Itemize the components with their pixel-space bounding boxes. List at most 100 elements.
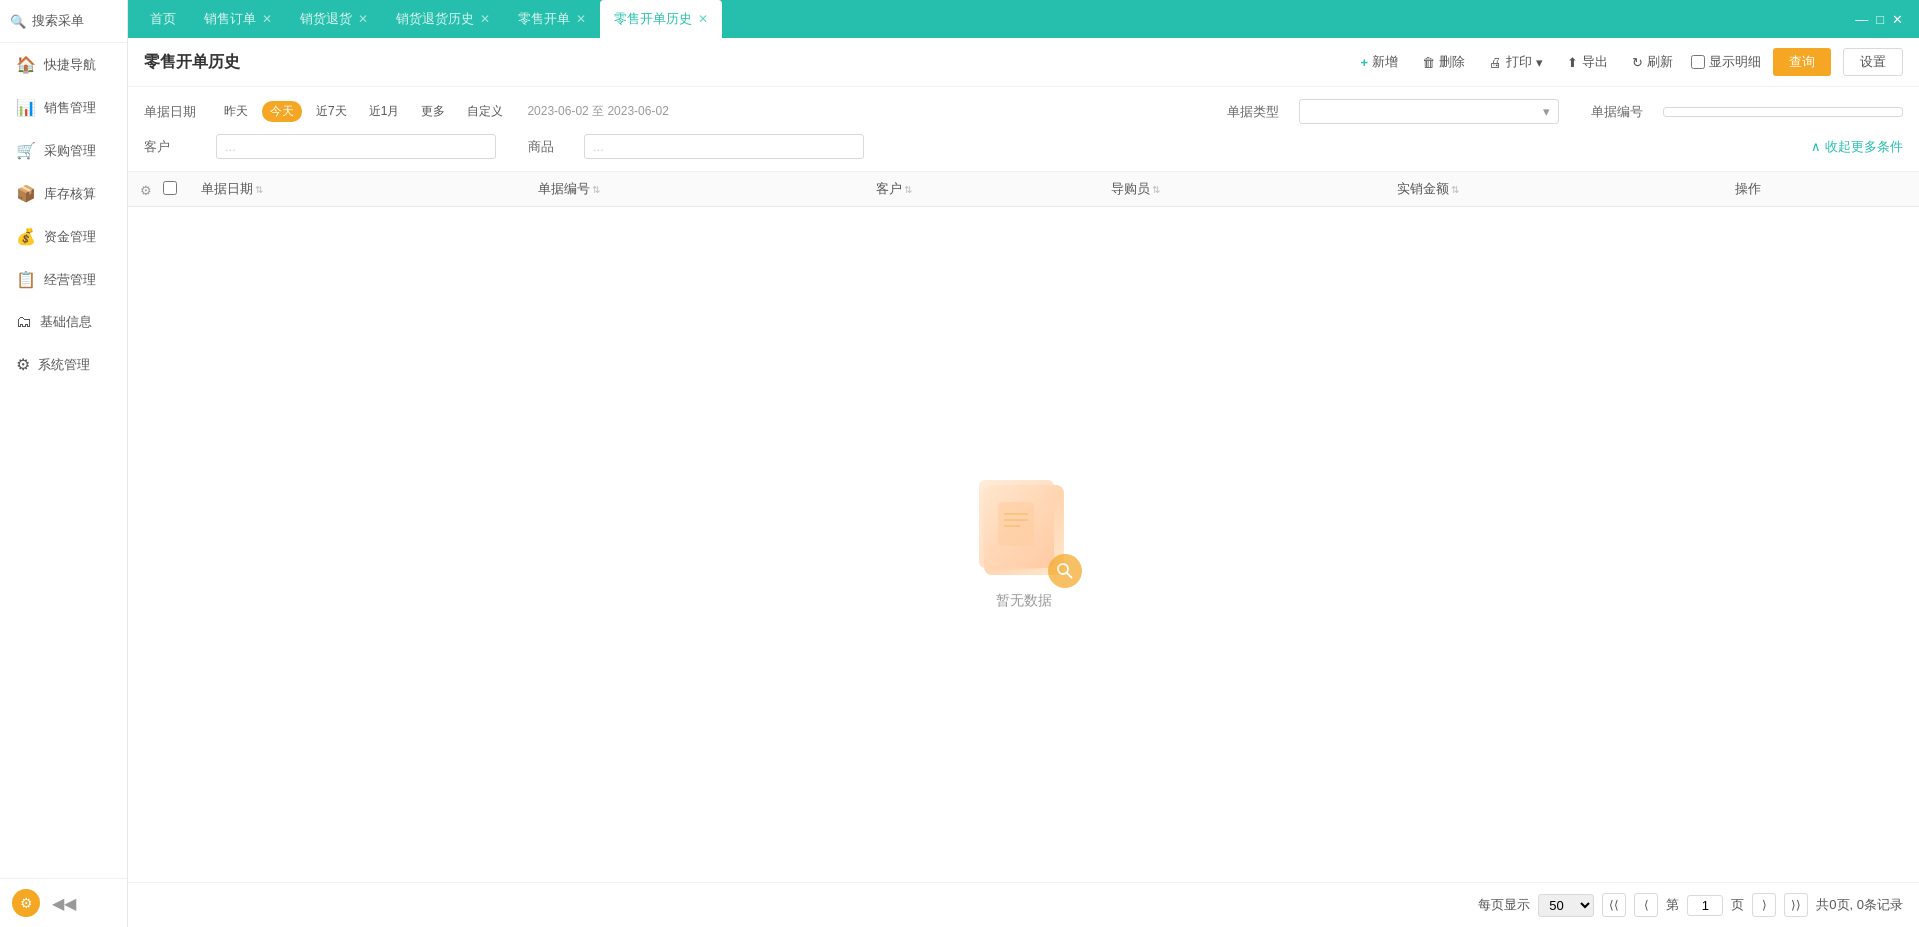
tab-close-sales-order[interactable]: ✕ [262,12,272,26]
print-dropdown-icon: ▾ [1536,55,1543,70]
settings-gear-icon[interactable]: ⚙ [12,889,40,917]
doc-no-input[interactable] [1663,107,1903,117]
print-label: 打印 [1506,53,1532,71]
date-btn-昨天[interactable]: 昨天 [216,101,256,122]
sidebar-item-finance[interactable]: 💰资金管理 [0,215,127,258]
sidebar-item-sys-mgmt[interactable]: ⚙ 系统管理 [0,343,127,386]
sidebar-icon-quick-nav: 🏠 [16,55,36,74]
customer-placeholder: ... [225,139,236,154]
tab-sales-order[interactable]: 销售订单 ✕ [190,0,286,38]
toolbar: + 新增 🗑 删除 🖨 打印 ▾ ⬆ 导出 ↻ 刷新 [1354,48,1903,76]
main-area: 首页销售订单✕销货退货✕销货退货历史✕零售开单✕零售开单历史✕ — □ ✕ 零售… [128,0,1919,927]
col-header-date[interactable]: 单据日期⇅ [189,172,526,207]
tab-retail-open[interactable]: 零售开单 ✕ [504,0,600,38]
customer-filter-label: 客户 [144,138,200,156]
sidebar-label-operations: 经营管理 [44,271,96,289]
date-btn-近1月[interactable]: 近1月 [361,101,408,122]
page-text: 第 [1666,896,1679,914]
sidebar: 🔍 搜索采单 🏠快捷导航 📊 销售管理 🛒采购管理📦库存核算💰资金管理📋经营管理🗂基础… [0,0,128,927]
delete-button[interactable]: 🗑 删除 [1416,49,1471,75]
export-button[interactable]: ⬆ 导出 [1561,49,1614,75]
col-label-amount: 实销金额 [1397,181,1449,196]
sidebar-search[interactable]: 🔍 搜索采单 [0,0,127,43]
sidebar-label-inventory: 库存核算 [44,185,96,203]
next-page-button[interactable]: ⟩ [1752,893,1776,917]
tab-home[interactable]: 首页 [136,0,190,38]
page-label: 页 [1731,896,1744,914]
query-button[interactable]: 查询 [1773,48,1831,76]
tab-label-sales-order: 销售订单 [204,10,256,28]
date-btn-更多[interactable]: 更多 [413,101,453,122]
table-container: ⚙ 单据日期⇅单据编号⇅客户⇅导购员⇅实销金额⇅操作 [128,172,1919,882]
setting-button[interactable]: 设置 [1843,48,1903,76]
refresh-button[interactable]: ↻ 刷新 [1626,49,1679,75]
sidebar-label-purchase-mgmt: 采购管理 [44,142,96,160]
tab-close-sales-return[interactable]: ✕ [358,12,368,26]
svg-rect-0 [998,502,1034,546]
sidebar-item-purchase-mgmt[interactable]: 🛒采购管理 [0,129,127,172]
add-button[interactable]: + 新增 [1354,49,1404,75]
display-detail-checkbox[interactable]: 显示明细 [1691,53,1761,71]
page-number-input[interactable]: 1 [1687,895,1723,916]
col-header-customer[interactable]: 客户⇅ [864,172,1099,207]
doc-no-label: 单据编号 [1591,103,1647,121]
goods-filter-label: 商品 [528,138,568,156]
collapse-up-icon: ∧ [1811,139,1821,154]
sidebar-icon-finance: 💰 [16,227,36,246]
sidebar-collapse-button[interactable]: ◀◀ [52,894,76,913]
col-header-salesperson[interactable]: 导购员⇅ [1099,172,1385,207]
min-button[interactable]: — [1855,12,1868,27]
col-header-amount[interactable]: 实销金额⇅ [1385,172,1722,207]
tab-label-retail-open-history: 零售开单历史 [614,10,692,28]
sidebar-label-base-info: 基础信息 [40,313,92,331]
doc-type-select[interactable]: ▾ [1299,99,1559,124]
add-label: 新增 [1372,53,1398,71]
tab-close-sales-return-history[interactable]: ✕ [480,12,490,26]
page-total: 共0页, 0条记录 [1816,896,1903,914]
sidebar-item-operations[interactable]: 📋经营管理 [0,258,127,301]
select-all-checkbox[interactable] [163,181,177,195]
page-size-select[interactable]: 2050100200 [1538,894,1594,917]
sidebar-menu: 🏠快捷导航 📊 销售管理 🛒采购管理📦库存核算💰资金管理📋经营管理🗂基础信息 ⚙ 系统管理 [0,43,127,878]
prev-page-button[interactable]: ⟨ [1634,893,1658,917]
last-page-button[interactable]: ⟩⟩ [1784,893,1808,917]
pagination: 每页显示 2050100200 ⟨⟨ ⟨ 第 1 页 ⟩ ⟩⟩ 共0页, 0条记… [128,882,1919,927]
sidebar-label-sys-mgmt: 系统管理 [38,356,90,374]
sidebar-icon-sales-mgmt: 📊 [16,98,36,117]
add-icon: + [1360,55,1368,70]
customer-input[interactable]: ... [216,134,496,159]
date-btn-自定义[interactable]: 自定义 [459,101,511,122]
close-window-button[interactable]: ✕ [1892,12,1903,27]
first-page-button[interactable]: ⟨⟨ [1602,893,1626,917]
doc-type-dropdown-icon: ▾ [1543,104,1550,119]
sidebar-item-inventory[interactable]: 📦库存核算 [0,172,127,215]
tab-sales-return-history[interactable]: 销货退货历史 ✕ [382,0,504,38]
sort-icon-date: ⇅ [255,184,263,195]
data-table: ⚙ 单据日期⇅单据编号⇅客户⇅导购员⇅实销金额⇅操作 [128,172,1919,207]
tab-retail-open-history[interactable]: 零售开单历史 ✕ [600,0,722,38]
date-filter-label: 单据日期 [144,103,200,121]
sidebar-icon-sys-mgmt: ⚙ [16,355,30,374]
sidebar-label-sales-mgmt: 销售管理 [44,99,96,117]
collapse-more-button[interactable]: ∧ 收起更多条件 [1811,138,1903,156]
tab-label-sales-return-history: 销货退货历史 [396,10,474,28]
col-header-no[interactable]: 单据编号⇅ [526,172,863,207]
delete-label: 删除 [1439,53,1465,71]
display-detail-input[interactable] [1691,55,1705,69]
print-button[interactable]: 🖨 打印 ▾ [1483,49,1549,75]
sidebar-item-quick-nav[interactable]: 🏠快捷导航 [0,43,127,86]
goods-input[interactable]: ... [584,134,864,159]
settings-column-icon[interactable]: ⚙ [140,183,152,198]
tab-close-retail-open[interactable]: ✕ [576,12,586,26]
tab-close-retail-open-history[interactable]: ✕ [698,12,708,26]
refresh-icon: ↻ [1632,55,1643,70]
per-page-label: 每页显示 [1478,896,1530,914]
date-btn-今天[interactable]: 今天 [262,101,302,122]
tab-sales-return[interactable]: 销货退货✕ [286,0,382,38]
tab-label-retail-open: 零售开单 [518,10,570,28]
sidebar-item-base-info[interactable]: 🗂基础信息 [0,301,127,343]
filter-row-1: 单据日期 昨天今天近7天近1月更多自定义 2023-06-02 至 2023-0… [144,99,1903,124]
max-button[interactable]: □ [1876,12,1884,27]
date-btn-近7天[interactable]: 近7天 [308,101,355,122]
sidebar-item-sales-mgmt[interactable]: 📊 销售管理 [0,86,127,129]
